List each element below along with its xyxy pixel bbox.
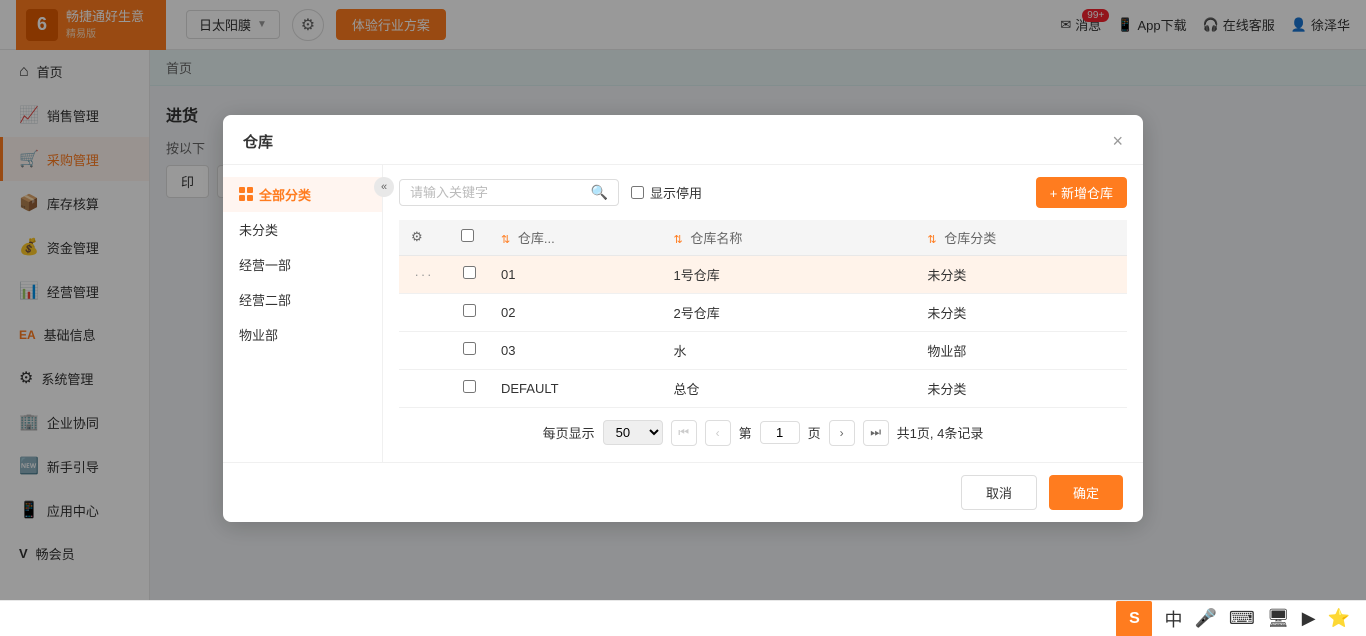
col-header-gear: ⚙ [399, 220, 449, 256]
row-name: 2号仓库 [662, 293, 916, 331]
row-name: 水 [662, 331, 916, 369]
row-checkbox-cell[interactable] [449, 331, 489, 369]
col-header-name: ⇅ 仓库名称 [662, 220, 916, 256]
confirm-button[interactable]: 确定 [1049, 475, 1123, 510]
new-warehouse-button[interactable]: + 新增仓库 [1036, 177, 1127, 208]
category-item-property[interactable]: 物业部 [223, 317, 382, 352]
play-icon[interactable]: ▶ [1302, 608, 1316, 629]
dialog-footer: 取消 确定 [223, 462, 1143, 522]
category-item-unclassified[interactable]: 未分类 [223, 212, 382, 247]
row-checkbox[interactable] [463, 380, 476, 393]
row-name: 1号仓库 [662, 255, 916, 293]
warehouse-dialog: 仓库 × « 全部分类 未分类 经营一部 经营二部 [223, 115, 1143, 522]
show-disabled-label: 显示停用 [650, 183, 702, 202]
row-code: 03 [489, 331, 662, 369]
col-header-code: ⇅ 仓库... [489, 220, 662, 256]
row-category: 物业部 [915, 331, 1127, 369]
row-category: 未分类 [915, 255, 1127, 293]
search-row: 🔍 显示停用 + 新增仓库 [399, 177, 1127, 208]
table-panel: 🔍 显示停用 + 新增仓库 ⚙ [383, 165, 1143, 462]
mic-icon[interactable]: 🎤 [1194, 608, 1216, 629]
row-gear[interactable] [399, 293, 449, 331]
monitor-icon[interactable]: 🖥 [1267, 608, 1290, 629]
page-unit: 页 [808, 423, 821, 442]
grid-icon [239, 187, 253, 201]
table-row[interactable]: ··· 01 1号仓库 未分类 [399, 255, 1127, 293]
sort-icon: ⇅ [501, 234, 510, 246]
col-header-checkbox [449, 220, 489, 256]
prev-page-button[interactable]: ‹ [705, 420, 731, 446]
first-page-button[interactable]: ⏮ [671, 420, 697, 446]
modal-overlay: 仓库 × « 全部分类 未分类 经营一部 经营二部 [0, 0, 1366, 636]
page-number-input[interactable] [760, 421, 800, 444]
row-checkbox-cell[interactable] [449, 293, 489, 331]
table-row[interactable]: 02 2号仓库 未分类 [399, 293, 1127, 331]
category-item-ops1[interactable]: 经营一部 [223, 247, 382, 282]
total-info: 共1页, 4条记录 [897, 423, 984, 442]
select-all-checkbox[interactable] [461, 229, 474, 242]
row-checkbox-cell[interactable] [449, 369, 489, 407]
row-code: 01 [489, 255, 662, 293]
dialog-body: « 全部分类 未分类 经营一部 经营二部 物业部 [223, 165, 1143, 462]
search-input-wrap: 🔍 [399, 179, 619, 206]
dialog-close-button[interactable]: × [1112, 132, 1123, 150]
search-icon[interactable]: 🔍 [591, 184, 608, 201]
sort-icon-name: ⇅ [674, 234, 683, 246]
dialog-title: 仓库 [243, 131, 273, 152]
col-header-category: ⇅ 仓库分类 [915, 220, 1127, 256]
more-options-icon[interactable]: ··· [415, 267, 434, 282]
row-category: 未分类 [915, 293, 1127, 331]
chinese-input-icon[interactable]: 中 [1164, 606, 1182, 632]
row-checkbox[interactable] [463, 304, 476, 317]
row-checkbox[interactable] [463, 266, 476, 279]
row-checkbox-cell[interactable] [449, 255, 489, 293]
page-label: 第 [739, 423, 752, 442]
show-disabled-checkbox-row: 显示停用 [631, 183, 702, 202]
show-disabled-checkbox[interactable] [631, 186, 644, 199]
row-gear[interactable] [399, 331, 449, 369]
row-category: 未分类 [915, 369, 1127, 407]
row-gear[interactable]: ··· [399, 255, 449, 293]
s-logo: S [1116, 601, 1152, 636]
sort-icon-cat: ⇅ [927, 234, 936, 246]
star-icon[interactable]: ⭐ [1328, 608, 1350, 629]
pagination-row: 每页显示 50 10 20 100 ⏮ ‹ 第 页 › ⏭ 共1页, 4条记录 [399, 408, 1127, 450]
warehouse-table: ⚙ ⇅ 仓库... ⇅ 仓库名称 [399, 220, 1127, 408]
collapse-category-button[interactable]: « [374, 177, 394, 197]
row-code: DEFAULT [489, 369, 662, 407]
bottom-bar: S 中 🎤 ⌨ 🖥 ▶ ⭐ [0, 600, 1366, 636]
category-all[interactable]: 全部分类 [223, 177, 382, 212]
category-all-label: 全部分类 [259, 185, 311, 204]
dialog-header: 仓库 × [223, 115, 1143, 165]
category-panel: « 全部分类 未分类 经营一部 经营二部 物业部 [223, 165, 383, 462]
row-checkbox[interactable] [463, 342, 476, 355]
page-size-select[interactable]: 50 10 20 100 [603, 420, 663, 445]
table-row[interactable]: DEFAULT 总仓 未分类 [399, 369, 1127, 407]
category-item-ops2[interactable]: 经营二部 [223, 282, 382, 317]
cancel-button[interactable]: 取消 [961, 475, 1037, 510]
table-row[interactable]: 03 水 物业部 [399, 331, 1127, 369]
page-size-label: 每页显示 [543, 423, 595, 442]
row-code: 02 [489, 293, 662, 331]
next-page-button[interactable]: › [829, 420, 855, 446]
gear-icon: ⚙ [411, 229, 423, 244]
row-name: 总仓 [662, 369, 916, 407]
keyboard-icon[interactable]: ⌨ [1229, 608, 1255, 629]
search-input[interactable] [410, 185, 591, 200]
row-gear[interactable] [399, 369, 449, 407]
last-page-button[interactable]: ⏭ [863, 420, 889, 446]
